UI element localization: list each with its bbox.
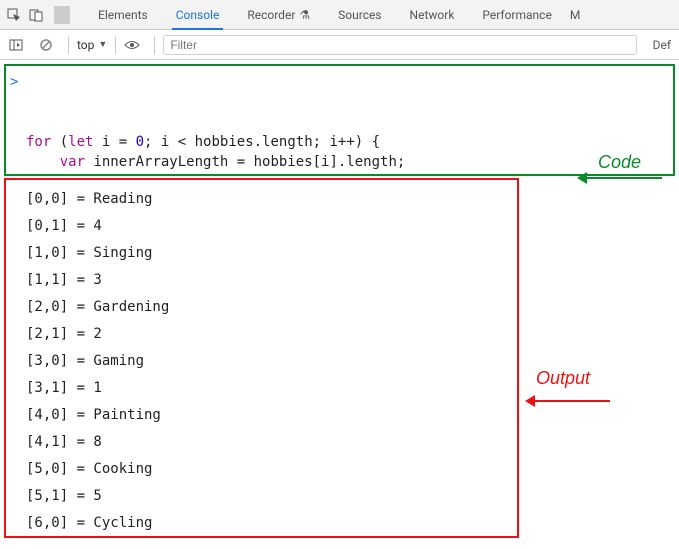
devtools-tabbar: Elements Console Recorder ⚗ Sources Netw… xyxy=(0,0,679,30)
device-toggle-icon[interactable] xyxy=(28,7,44,23)
tab-label: Elements xyxy=(98,8,148,22)
code-text: for (let i = 0; i < hobbies.length; i++)… xyxy=(26,132,665,176)
flask-icon: ⚗ xyxy=(299,8,310,22)
separator xyxy=(115,36,116,54)
console-output: [0,0] = Reading[0,1] = 4[1,0] = Singing[… xyxy=(4,178,519,538)
chevron-down-icon: ▼ xyxy=(98,39,107,50)
tab-label: Console xyxy=(176,8,220,22)
eye-icon[interactable] xyxy=(124,37,140,53)
tab-label: Recorder xyxy=(247,8,295,22)
tab-console[interactable]: Console xyxy=(162,0,234,29)
clear-console-icon[interactable] xyxy=(38,37,54,53)
filter-input[interactable] xyxy=(163,35,636,55)
context-label: top xyxy=(77,38,94,52)
arrow-output xyxy=(530,400,610,402)
console-toolbar: top ▼ Def xyxy=(0,30,679,60)
arrow-code xyxy=(582,177,662,179)
tab-overflow[interactable]: M xyxy=(566,0,584,29)
tab-performance[interactable]: Performance xyxy=(468,0,565,29)
sidebar-toggle-icon[interactable] xyxy=(8,37,24,53)
prompt-icon: > xyxy=(10,72,18,92)
annotation-code: Code xyxy=(598,152,641,173)
arrow-code-head xyxy=(577,172,587,184)
tab-label: Network xyxy=(410,8,455,22)
annotation-output: Output xyxy=(536,368,590,389)
separator xyxy=(154,36,155,54)
inspect-icon[interactable] xyxy=(6,7,22,23)
output-text: [0,0] = Reading[0,1] = 4[1,0] = Singing[… xyxy=(26,186,509,542)
tab-label: Performance xyxy=(482,8,551,22)
separator xyxy=(54,6,70,24)
console-input-code[interactable]: > for (let i = 0; i < hobbies.length; i+… xyxy=(4,64,675,176)
default-levels-label[interactable]: Def xyxy=(653,38,671,52)
tab-label: Sources xyxy=(338,8,381,22)
tab-recorder[interactable]: Recorder ⚗ xyxy=(233,0,324,29)
console-body: > for (let i = 0; i < hobbies.length; i+… xyxy=(0,60,679,542)
tab-network[interactable]: Network xyxy=(396,0,469,29)
tab-sources[interactable]: Sources xyxy=(324,0,395,29)
tab-elements[interactable]: Elements xyxy=(84,0,162,29)
tab-label: M xyxy=(570,8,580,22)
context-selector[interactable]: top ▼ xyxy=(77,38,107,52)
separator xyxy=(68,36,69,54)
arrow-output-head xyxy=(525,395,535,407)
